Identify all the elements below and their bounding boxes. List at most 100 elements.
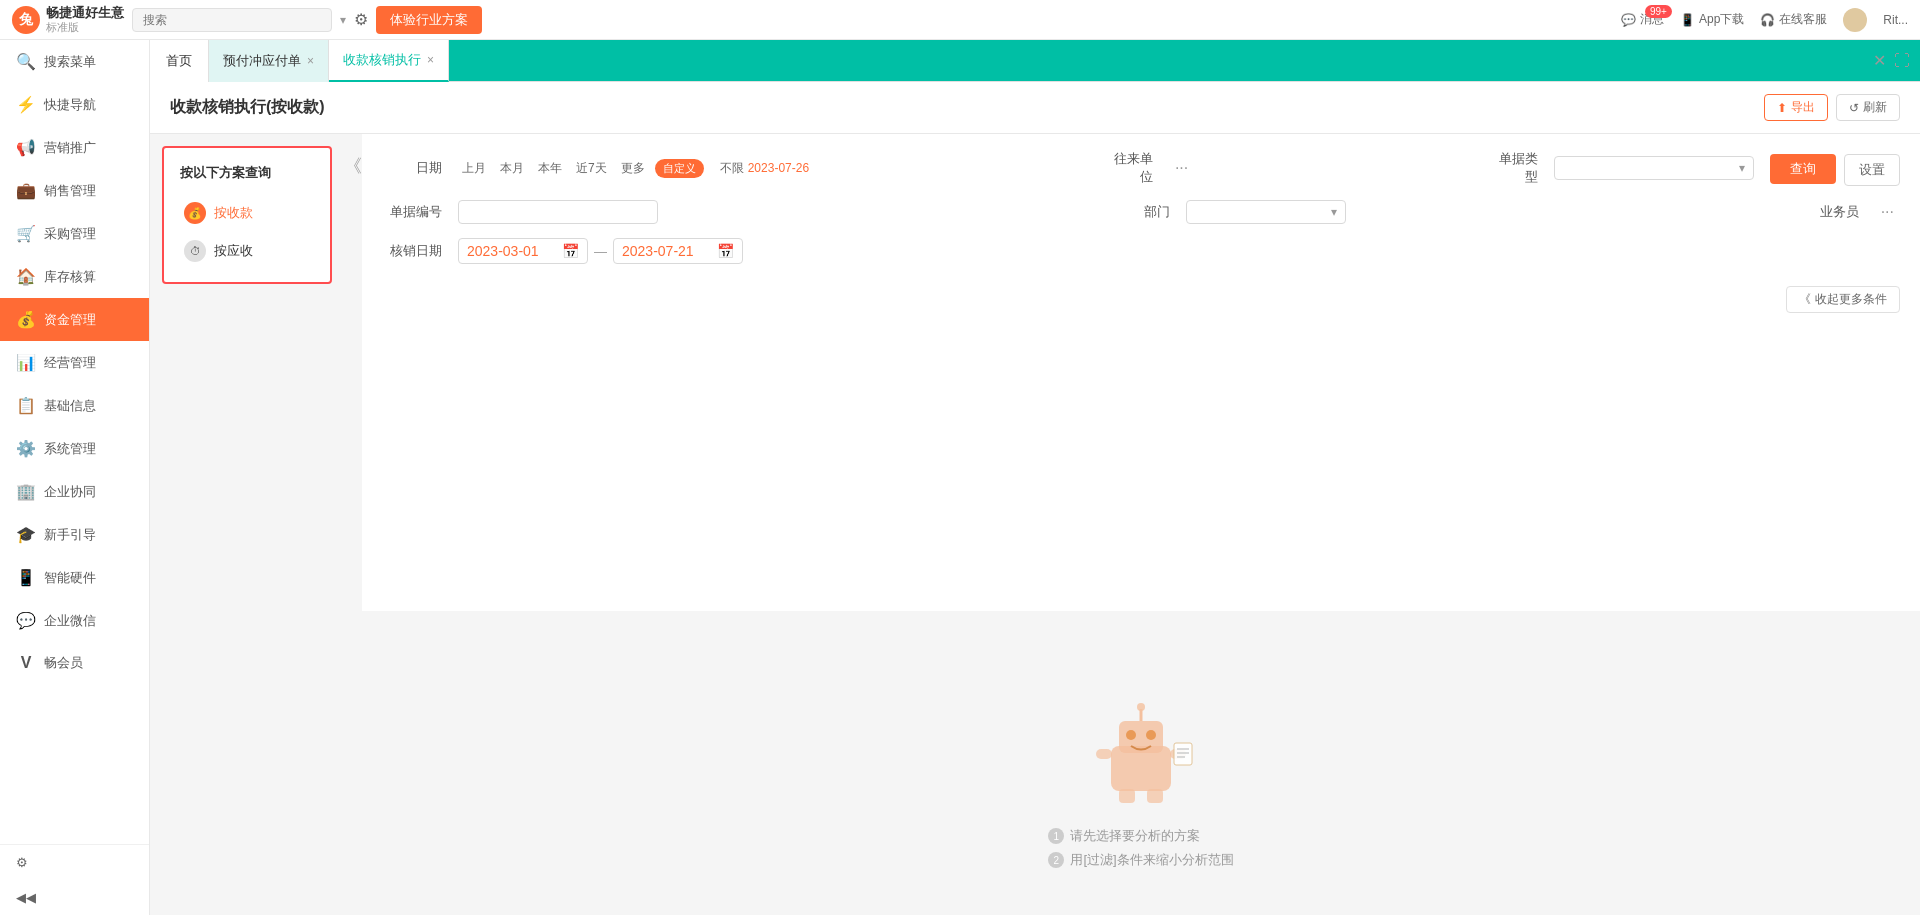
nuke-date-to-input[interactable]: 2023-07-21 📅: [613, 238, 743, 264]
settings-button[interactable]: 设置: [1844, 154, 1900, 186]
nuke-date-label: 核销日期: [382, 242, 442, 260]
industry-button[interactable]: 体验行业方案: [376, 6, 482, 34]
sidebar-label-marketing: 营销推广: [44, 139, 96, 157]
more-dates-btn[interactable]: 更多: [617, 158, 649, 179]
full-content-area: 日期 上月 本月 本年 近7天 更多 自定义 不限 2023-07-26: [362, 134, 1920, 915]
marketing-icon: 📢: [16, 138, 36, 157]
custom-date-btn[interactable]: 自定义: [655, 159, 704, 178]
brand-info: 畅捷通好生意 标准版: [46, 5, 124, 34]
home-tab-label: 首页: [166, 40, 192, 82]
nuke-date-range: 2023-03-01 📅 — 2023-07-21 📅: [458, 238, 743, 264]
sidebar-label-quick-nav: 快捷导航: [44, 96, 96, 114]
sidebar-item-search[interactable]: 🔍 搜索菜单: [0, 40, 149, 83]
online-service-label: 在线客服: [1779, 11, 1827, 28]
sidebar-item-basic-info[interactable]: 📋 基础信息: [0, 384, 149, 427]
page-actions: ⬆ 导出 ↺ 刷新: [1764, 94, 1900, 121]
last-month-btn[interactable]: 上月: [458, 158, 490, 179]
collapse-conditions-button[interactable]: 《 收起更多条件: [1786, 286, 1900, 313]
tip1-text: 请先选择要分析的方案: [1070, 827, 1200, 845]
sidebar-label-enterprise: 企业协同: [44, 483, 96, 501]
business-person-btn[interactable]: ···: [1875, 201, 1900, 223]
counterparty-select-btn[interactable]: ···: [1169, 157, 1194, 179]
sidebar-item-hardware[interactable]: 📱 智能硬件: [0, 556, 149, 599]
close-all-tabs-icon[interactable]: ✕: [1873, 51, 1886, 70]
this-year-btn[interactable]: 本年: [534, 158, 566, 179]
tab2-close-icon[interactable]: ×: [427, 53, 434, 67]
date-from-display: 2023-07-26: [748, 161, 809, 175]
export-icon: ⬆: [1777, 101, 1787, 115]
sidebar-item-wechat[interactable]: 💬 企业微信: [0, 599, 149, 642]
sidebar-item-member[interactable]: V 畅会员: [0, 642, 149, 684]
dropdown-arrow-icon[interactable]: ▾: [340, 13, 346, 27]
gear-icon[interactable]: ⚙: [354, 10, 368, 29]
edition-label: 标准版: [46, 21, 124, 34]
empty-state: 1 请先选择要分析的方案 2 用[过滤]条件来缩小分析范围: [362, 611, 1920, 915]
sidebar-item-operations[interactable]: 📊 经营管理: [0, 341, 149, 384]
last-7days-btn[interactable]: 近7天: [572, 158, 611, 179]
sidebar-item-system[interactable]: ⚙️ 系统管理: [0, 427, 149, 470]
export-button[interactable]: ⬆ 导出: [1764, 94, 1828, 121]
refresh-button[interactable]: ↺ 刷新: [1836, 94, 1900, 121]
sales-icon: 💼: [16, 181, 36, 200]
sidebar-label-purchase: 采购管理: [44, 225, 96, 243]
filter-row-1: 日期 上月 本月 本年 近7天 更多 自定义 不限 2023-07-26: [382, 150, 1900, 186]
sidebar-item-marketing[interactable]: 📢 营销推广: [0, 126, 149, 169]
collapse-panel-icon[interactable]: 《: [344, 154, 362, 178]
tab1-close-icon[interactable]: ×: [307, 54, 314, 68]
filter-option1-label: 按收款: [214, 204, 253, 222]
collapse-conditions-area: 《 收起更多条件: [382, 278, 1900, 321]
receipt-type-select[interactable]: ▾: [1554, 156, 1754, 180]
refresh-icon: ↺: [1849, 101, 1859, 115]
sidebar-item-newbie[interactable]: 🎓 新手引导: [0, 513, 149, 556]
filter-option-by-receivable[interactable]: ⏱ 按应收: [176, 232, 318, 270]
sidebar: 🔍 搜索菜单 ⚡ 快捷导航 📢 营销推广 💼 销售管理 🛒 采购管理 🏠 库存核…: [0, 40, 150, 915]
expand-icon[interactable]: ⛶: [1894, 52, 1910, 70]
filter-option-by-receipt[interactable]: 💰 按收款: [176, 194, 318, 232]
message-badge: 99+: [1645, 5, 1672, 18]
sidebar-item-inventory[interactable]: 🏠 库存核算: [0, 255, 149, 298]
user-avatar[interactable]: [1843, 8, 1867, 32]
brand-name: 畅捷通好生意: [46, 5, 124, 21]
sidebar-label-search: 搜索菜单: [44, 53, 96, 71]
svg-rect-6: [1096, 749, 1112, 759]
settings-bottom-icon: ⚙: [16, 855, 28, 870]
department-select[interactable]: ▾: [1186, 200, 1346, 224]
logo-area: 兔 畅捷通好生意 标准版: [12, 5, 124, 34]
counterparty-label: 往来单位: [1103, 150, 1153, 186]
query-button[interactable]: 查询: [1770, 154, 1836, 184]
tab-bar-right: ✕ ⛶: [1863, 51, 1920, 70]
sidebar-item-purchase[interactable]: 🛒 采购管理: [0, 212, 149, 255]
this-month-btn[interactable]: 本月: [496, 158, 528, 179]
calendar-from-icon: 📅: [562, 243, 579, 259]
receipt-type-label: 单据类型: [1488, 150, 1538, 186]
system-icon: ⚙️: [16, 439, 36, 458]
filter-option2-label: 按应收: [214, 242, 253, 260]
tab-bar: 首页 预付冲应付单 × 收款核销执行 × ✕ ⛶: [150, 40, 1920, 82]
page-header: 收款核销执行(按收款) ⬆ 导出 ↺ 刷新: [150, 82, 1920, 134]
sidebar-bottom: ⚙ ◀◀: [0, 844, 149, 915]
sidebar-item-sales[interactable]: 💼 销售管理: [0, 169, 149, 212]
empty-tips-list: 1 请先选择要分析的方案 2 用[过滤]条件来缩小分析范围: [1048, 827, 1233, 875]
tab-receipt-nuke[interactable]: 收款核销执行 ×: [329, 40, 449, 82]
date-unlimited-area: 不限 2023-07-26: [720, 160, 809, 177]
svg-rect-1: [1119, 721, 1163, 753]
tab-home[interactable]: 首页: [150, 40, 209, 82]
nuke-date-from-input[interactable]: 2023-03-01 📅: [458, 238, 588, 264]
sidebar-item-quick-nav[interactable]: ⚡ 快捷导航: [0, 83, 149, 126]
sidebar-settings-btn[interactable]: ⚙: [0, 845, 149, 880]
app-download-area[interactable]: 📱 App下载: [1680, 11, 1744, 28]
top-bar-right: 💬 消息 99+ 📱 App下载 🎧 在线客服 Rit...: [1621, 8, 1908, 32]
sidebar-label-wechat: 企业微信: [44, 612, 96, 630]
message-icon-area[interactable]: 💬 消息 99+: [1621, 11, 1664, 28]
sidebar-item-funds[interactable]: 💰 资金管理: [0, 298, 149, 341]
username-label: Rit...: [1883, 13, 1908, 27]
sidebar-collapse-btn[interactable]: ◀◀: [0, 880, 149, 915]
sidebar-item-enterprise[interactable]: 🏢 企业协同: [0, 470, 149, 513]
calendar-to-icon: 📅: [717, 243, 734, 259]
service-icon: 🎧: [1760, 13, 1775, 27]
online-service-area[interactable]: 🎧 在线客服: [1760, 11, 1827, 28]
top-search-input[interactable]: [132, 8, 332, 32]
top-bar: 兔 畅捷通好生意 标准版 ▾ ⚙ 体验行业方案 💬 消息 99+ 📱 App下载…: [0, 0, 1920, 40]
receipt-no-input[interactable]: [458, 200, 658, 224]
tab-prepay[interactable]: 预付冲应付单 ×: [209, 40, 329, 82]
